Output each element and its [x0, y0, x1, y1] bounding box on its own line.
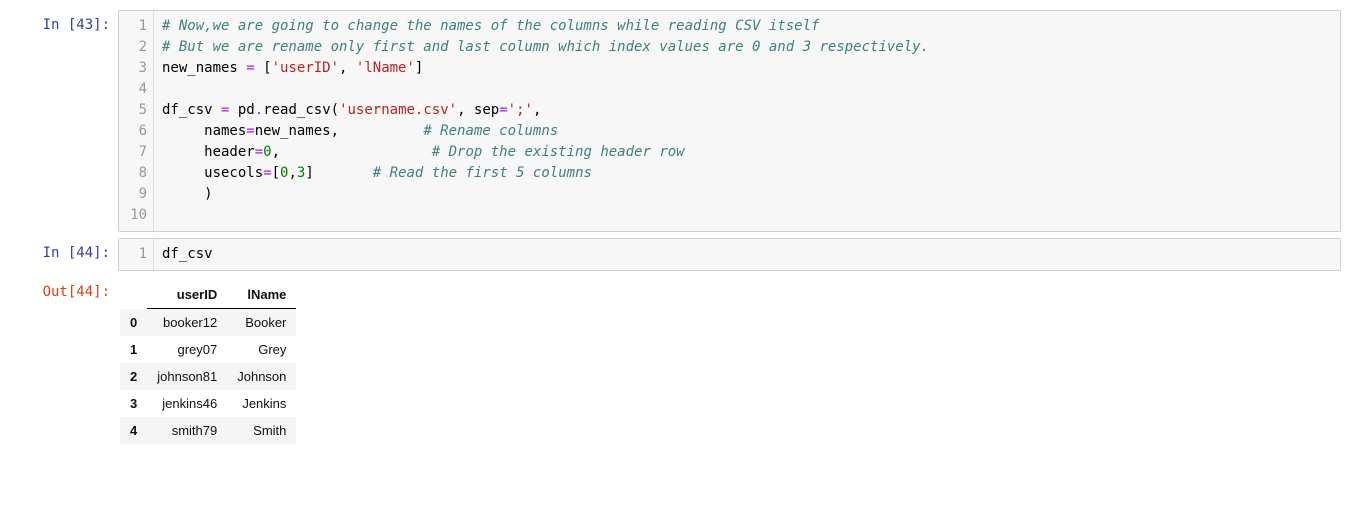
row-index: 0 [120, 309, 147, 337]
table-row: 3jenkins46Jenkins [120, 390, 296, 417]
line-gutter: 1 2 3 4 5 6 7 8 9 10 [119, 11, 154, 231]
cell-value: johnson81 [147, 363, 227, 390]
code-cell-43: In [43]: 1 2 3 4 5 6 7 8 9 10 # Now,we a… [15, 10, 1341, 232]
row-index: 3 [120, 390, 147, 417]
table-row: 4smith79Smith [120, 417, 296, 444]
cell-value: jenkins46 [147, 390, 227, 417]
cell-value: Jenkins [227, 390, 296, 417]
column-header: lName [227, 281, 296, 309]
column-header: userID [147, 281, 227, 309]
index-header [120, 281, 147, 309]
output-area: userID lName 0booker12Booker1grey07Grey2… [118, 277, 1341, 444]
cell-value: Smith [227, 417, 296, 444]
code-content[interactable]: df_csv [154, 239, 1340, 270]
output-cell-44: Out[44]: userID lName 0booker12Booker1gr… [15, 277, 1341, 444]
table-row: 1grey07Grey [120, 336, 296, 363]
cell-value: smith79 [147, 417, 227, 444]
input-prompt: In [44]: [15, 238, 118, 262]
code-cell-44: In [44]: 1 df_csv [15, 238, 1341, 271]
output-prompt: Out[44]: [15, 277, 118, 301]
cell-value: grey07 [147, 336, 227, 363]
cell-value: Grey [227, 336, 296, 363]
code-editor[interactable]: 1 2 3 4 5 6 7 8 9 10 # Now,we are going … [118, 10, 1341, 232]
table-row: 0booker12Booker [120, 309, 296, 337]
row-index: 4 [120, 417, 147, 444]
cell-value: booker12 [147, 309, 227, 337]
line-gutter: 1 [119, 239, 154, 270]
cell-value: Johnson [227, 363, 296, 390]
table-row: 2johnson81Johnson [120, 363, 296, 390]
row-index: 2 [120, 363, 147, 390]
code-editor[interactable]: 1 df_csv [118, 238, 1341, 271]
dataframe-table: userID lName 0booker12Booker1grey07Grey2… [120, 281, 296, 444]
cell-value: Booker [227, 309, 296, 337]
code-content[interactable]: # Now,we are going to change the names o… [154, 11, 1340, 231]
row-index: 1 [120, 336, 147, 363]
input-prompt: In [43]: [15, 10, 118, 34]
